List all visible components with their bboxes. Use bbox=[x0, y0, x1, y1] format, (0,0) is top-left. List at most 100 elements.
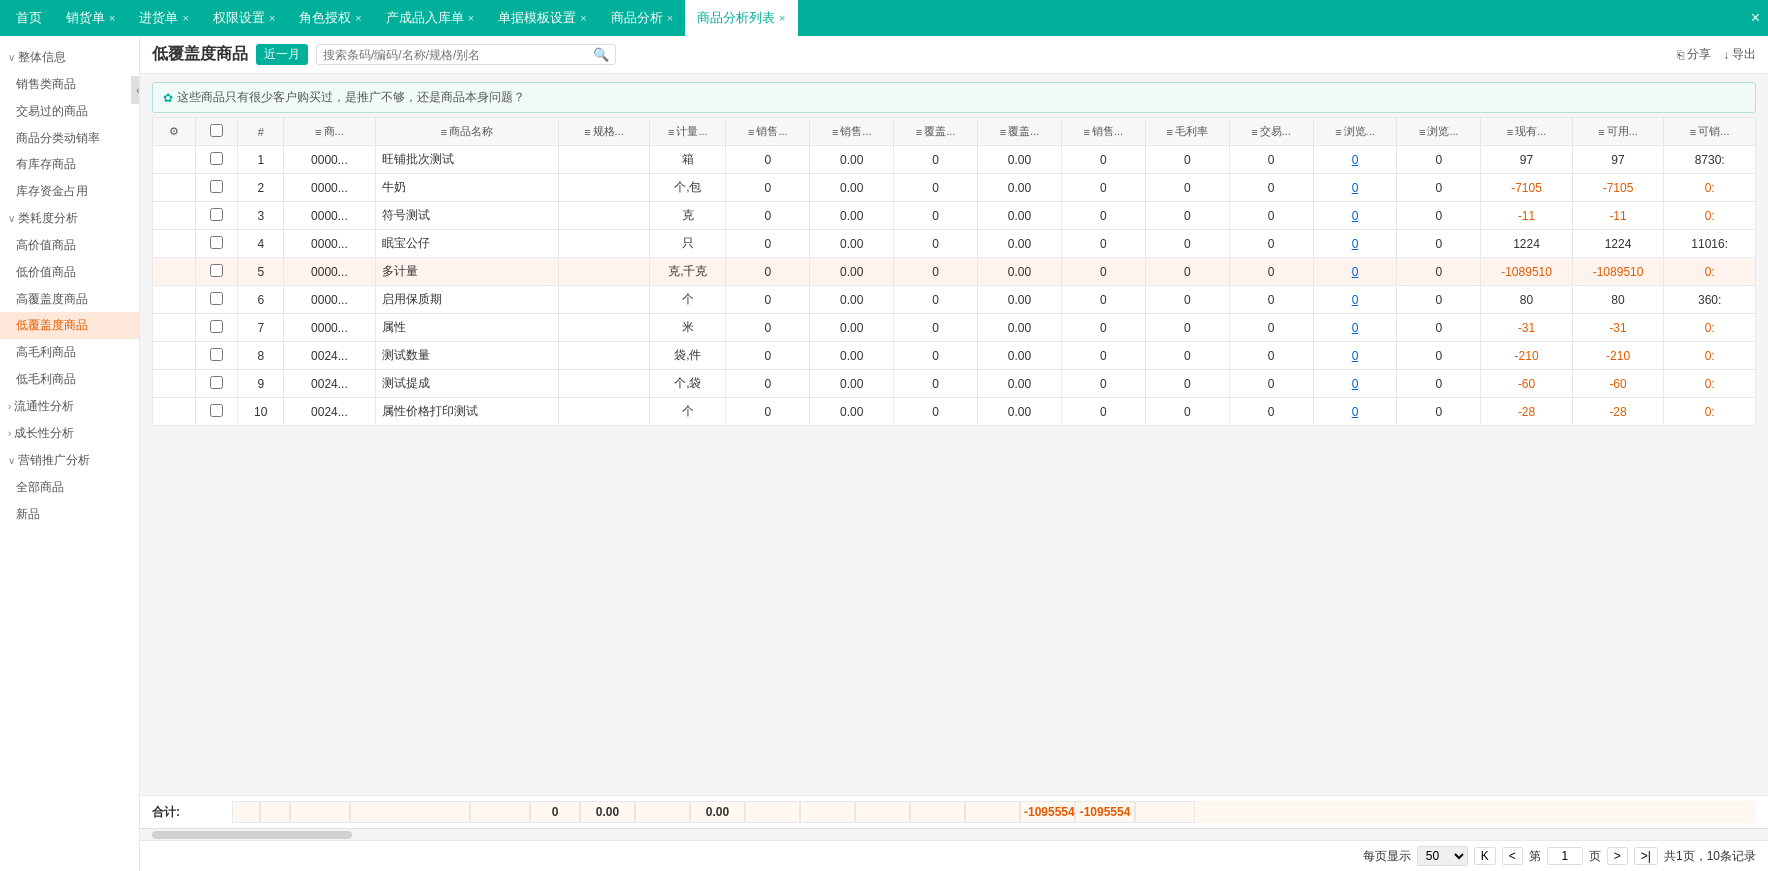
sidebar-item-new-goods[interactable]: 新品 bbox=[0, 501, 139, 528]
sidebar-item-high-profit[interactable]: 高毛利商品 bbox=[0, 339, 139, 366]
cell-coverage1: 0 bbox=[894, 314, 978, 342]
nav-close-analysis[interactable]: × bbox=[667, 12, 673, 24]
sidebar-item-category-sales-rate[interactable]: 商品分类动销率 bbox=[0, 125, 139, 152]
sidebar-item-low-coverage[interactable]: 低覆盖度商品 bbox=[0, 312, 139, 339]
filter-period-button[interactable]: 近一月 bbox=[256, 44, 308, 65]
row-checkbox[interactable] bbox=[210, 292, 223, 305]
share-button[interactable]: ⎗ 分享 bbox=[1677, 46, 1711, 63]
cell-name: 符号测试 bbox=[375, 202, 558, 230]
export-button[interactable]: ↓ 导出 bbox=[1723, 46, 1756, 63]
sidebar-item-sales-goods[interactable]: 销售类商品 bbox=[0, 71, 139, 98]
cell-browse1: 0 bbox=[1313, 174, 1397, 202]
row-checkbox[interactable] bbox=[210, 348, 223, 361]
sidebar-group-growth[interactable]: › 成长性分析 bbox=[0, 420, 139, 447]
cell-checkbox bbox=[195, 174, 238, 202]
row-checkbox[interactable] bbox=[210, 236, 223, 249]
sidebar-item-high-value[interactable]: 高价值商品 bbox=[0, 232, 139, 259]
first-page-button[interactable]: K bbox=[1474, 847, 1496, 865]
cell-sellable: 0: bbox=[1664, 398, 1756, 426]
row-checkbox[interactable] bbox=[210, 376, 223, 389]
browse1-link[interactable]: 0 bbox=[1352, 181, 1359, 195]
select-all-checkbox[interactable] bbox=[210, 124, 223, 137]
cell-browse1: 0 bbox=[1313, 230, 1397, 258]
th-sales-qty: ≡ 销售... bbox=[726, 118, 810, 146]
cell-trade: 0 bbox=[1229, 258, 1313, 286]
sidebar-item-high-coverage[interactable]: 高覆盖度商品 bbox=[0, 286, 139, 313]
prev-page-button[interactable]: < bbox=[1502, 847, 1523, 865]
cell-sellable: 8730: bbox=[1664, 146, 1756, 174]
nav-tab-analysis-list[interactable]: 商品分析列表 × bbox=[685, 0, 797, 36]
sidebar-item-stock-capital[interactable]: 库存资金占用 bbox=[0, 178, 139, 205]
sidebar-group-overview[interactable]: ∨ 整体信息 bbox=[0, 44, 139, 71]
cell-num: 7 bbox=[238, 314, 284, 342]
cell-coverage1: 0 bbox=[894, 370, 978, 398]
sidebar-collapse-button[interactable]: « bbox=[131, 76, 140, 104]
nav-tab-product[interactable]: 产成品入库单 × bbox=[374, 0, 486, 36]
cell-sales-detail: 0 bbox=[1061, 146, 1145, 174]
search-input[interactable] bbox=[323, 48, 593, 62]
sidebar-item-low-value[interactable]: 低价值商品 bbox=[0, 259, 139, 286]
nav-close-template[interactable]: × bbox=[580, 12, 586, 24]
nav-tab-sales[interactable]: 销货单 × bbox=[54, 0, 127, 36]
row-checkbox[interactable] bbox=[210, 264, 223, 277]
window-close-button[interactable]: × bbox=[1751, 9, 1760, 27]
nav-close-analysis-list[interactable]: × bbox=[779, 12, 785, 24]
sidebar-group-marketing[interactable]: ∨ 营销推广分析 bbox=[0, 447, 139, 474]
sidebar-item-stock-goods[interactable]: 有库存商品 bbox=[0, 151, 139, 178]
cell-gross-rate: 0 bbox=[1145, 146, 1229, 174]
row-checkbox[interactable] bbox=[210, 180, 223, 193]
row-checkbox[interactable] bbox=[210, 208, 223, 221]
total-cells: 0 0.00 0.00 -1095554 -1095554 bbox=[232, 801, 1756, 823]
cell-available: 80 bbox=[1572, 286, 1664, 314]
browse1-link[interactable]: 0 bbox=[1352, 405, 1359, 419]
cell-code: 0024... bbox=[284, 398, 376, 426]
browse1-link[interactable]: 0 bbox=[1352, 209, 1359, 223]
browse1-link[interactable]: 0 bbox=[1352, 237, 1359, 251]
row-checkbox[interactable] bbox=[210, 152, 223, 165]
browse1-link[interactable]: 0 bbox=[1352, 293, 1359, 307]
nav-tab-purchase[interactable]: 进货单 × bbox=[127, 0, 200, 36]
cell-available: 1224 bbox=[1572, 230, 1664, 258]
browse1-link[interactable]: 0 bbox=[1352, 321, 1359, 335]
browse1-link[interactable]: 0 bbox=[1352, 153, 1359, 167]
horizontal-scrollbar[interactable] bbox=[152, 831, 352, 839]
nav-tab-home[interactable]: 首页 bbox=[4, 0, 54, 36]
cell-sales-detail: 0 bbox=[1061, 370, 1145, 398]
browse1-link[interactable]: 0 bbox=[1352, 265, 1359, 279]
cell-num: 6 bbox=[238, 286, 284, 314]
nav-tab-permission[interactable]: 权限设置 × bbox=[201, 0, 287, 36]
nav-tab-role[interactable]: 角色授权 × bbox=[287, 0, 373, 36]
cell-trade: 0 bbox=[1229, 146, 1313, 174]
nav-tab-analysis[interactable]: 商品分析 × bbox=[599, 0, 685, 36]
browse1-link[interactable]: 0 bbox=[1352, 377, 1359, 391]
cell-coverage2: 0.00 bbox=[978, 230, 1062, 258]
cell-num: 9 bbox=[238, 370, 284, 398]
nav-tab-template[interactable]: 单据模板设置 × bbox=[486, 0, 598, 36]
table-row: 3 0000... 符号测试 克 0 0.00 0 0.00 0 0 0 0 0… bbox=[153, 202, 1756, 230]
browse1-link[interactable]: 0 bbox=[1352, 349, 1359, 363]
sidebar-item-traded-goods[interactable]: 交易过的商品 bbox=[0, 98, 139, 125]
cell-num: 4 bbox=[238, 230, 284, 258]
sidebar-item-all-goods[interactable]: 全部商品 bbox=[0, 474, 139, 501]
cell-spec bbox=[558, 174, 650, 202]
th-checkbox bbox=[195, 118, 238, 146]
th-sellable: ≡ 可销... bbox=[1664, 118, 1756, 146]
row-checkbox[interactable] bbox=[210, 404, 223, 417]
sidebar-item-low-profit[interactable]: 低毛利商品 bbox=[0, 366, 139, 393]
nav-close-product[interactable]: × bbox=[468, 12, 474, 24]
next-page-button[interactable]: > bbox=[1607, 847, 1628, 865]
row-checkbox[interactable] bbox=[210, 320, 223, 333]
page-size-select[interactable]: 50 20 100 bbox=[1417, 846, 1468, 866]
nav-close-purchase[interactable]: × bbox=[182, 12, 188, 24]
nav-close-permission[interactable]: × bbox=[269, 12, 275, 24]
sidebar-group-consumption[interactable]: ∨ 类耗度分析 bbox=[0, 205, 139, 232]
page-number-input[interactable] bbox=[1547, 847, 1583, 865]
nav-close-sales[interactable]: × bbox=[109, 12, 115, 24]
table-row: 7 0000... 属性 米 0 0.00 0 0.00 0 0 0 0 0 -… bbox=[153, 314, 1756, 342]
header-actions: ⎗ 分享 ↓ 导出 bbox=[1677, 46, 1756, 63]
th-settings[interactable]: ⚙ bbox=[153, 118, 196, 146]
sidebar-group-liquidity[interactable]: › 流通性分析 bbox=[0, 393, 139, 420]
nav-close-role[interactable]: × bbox=[355, 12, 361, 24]
last-page-button[interactable]: >| bbox=[1634, 847, 1658, 865]
content-area: 低覆盖度商品 近一月 🔍 ⎗ 分享 ↓ 导出 ✿ 这些商品只有很少客户购买过，是… bbox=[140, 36, 1768, 871]
